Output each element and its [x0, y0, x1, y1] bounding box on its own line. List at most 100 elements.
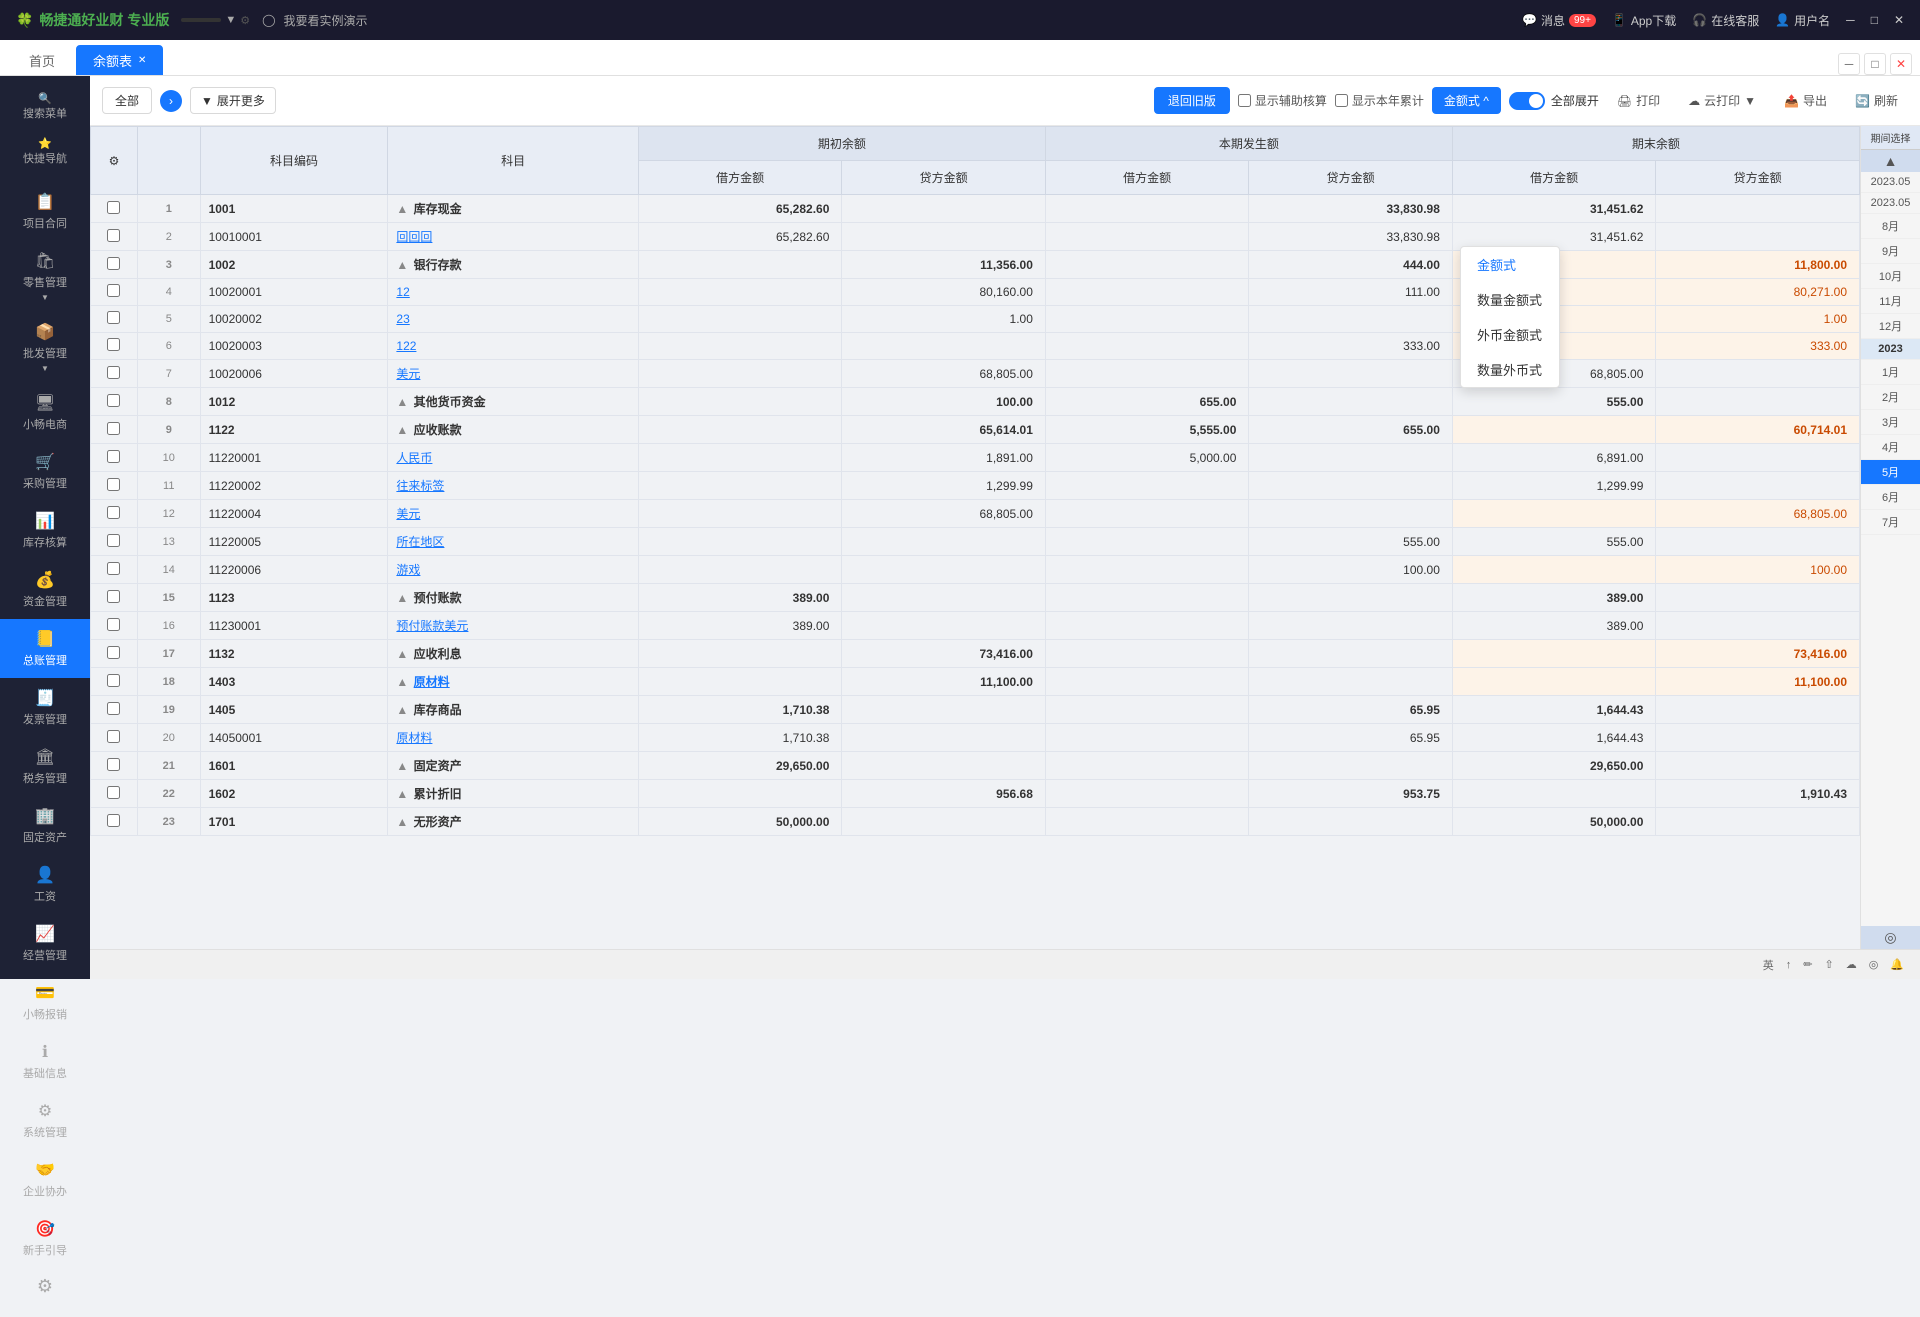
show-ytd-checkbox[interactable]	[1335, 94, 1348, 107]
row-name[interactable]: 美元	[388, 360, 638, 388]
row-check[interactable]	[91, 500, 138, 528]
row-name[interactable]: 美元	[388, 500, 638, 528]
row-check[interactable]	[91, 780, 138, 808]
mode-option-foreign-amount[interactable]: 外币金额式	[1461, 317, 1559, 352]
show-aux-label[interactable]: 显示辅助核算	[1238, 92, 1327, 109]
row-check[interactable]	[91, 808, 138, 836]
show-ytd-label[interactable]: 显示本年累计	[1335, 92, 1424, 109]
date-item-6[interactable]: 6月	[1861, 485, 1920, 510]
restore-btn[interactable]: □	[1871, 13, 1878, 27]
row-check[interactable]	[91, 388, 138, 416]
row-check[interactable]	[91, 528, 138, 556]
date-item-8[interactable]: 8月	[1861, 214, 1920, 239]
download-btn[interactable]: 📱 App下载	[1612, 12, 1676, 29]
sidebar-item-fixed[interactable]: 🏢 固定资产	[0, 796, 90, 855]
row-check[interactable]	[91, 584, 138, 612]
sidebar-item-purchase[interactable]: 🛒 采购管理	[0, 442, 90, 501]
th-settings[interactable]: ⚙	[91, 127, 138, 195]
sidebar-item-ecommerce[interactable]: 🖥 小畅电商	[0, 383, 90, 442]
date-item-11[interactable]: 11月	[1861, 289, 1920, 314]
row-check[interactable]	[91, 223, 138, 251]
date-item-2023[interactable]: 2023	[1861, 339, 1920, 360]
dropdown-arrow-icon[interactable]: ▼	[225, 14, 236, 26]
print-btn[interactable]: 🖨 打印	[1607, 87, 1670, 114]
sidebar-item-ledger[interactable]: 📒 总账管理	[0, 619, 90, 678]
status-cloud-icon[interactable]: ☁	[1846, 958, 1857, 971]
sidebar-item-retail[interactable]: 🛍 零售管理 ▼	[0, 241, 90, 312]
sidebar-quicknav[interactable]: ⭐ 快捷导航	[0, 129, 90, 174]
row-check[interactable]	[91, 612, 138, 640]
close-btn[interactable]: ✕	[1894, 13, 1904, 27]
date-item-12[interactable]: 12月	[1861, 314, 1920, 339]
date-item-period2[interactable]: 2023.05	[1861, 193, 1920, 214]
sidebar-item-sales[interactable]: 💳 小畅报销	[0, 973, 90, 1032]
mode-option-qty-amount[interactable]: 数量金额式	[1461, 282, 1559, 317]
sidebar-item-project[interactable]: 📋 项目合同	[0, 182, 90, 241]
row-name[interactable]: 12	[388, 279, 638, 306]
status-language[interactable]: 英	[1763, 957, 1774, 973]
sidebar-item-system[interactable]: ⚙ 系统管理	[0, 1091, 90, 1150]
sidebar-item-payroll[interactable]: 👤 工资	[0, 855, 90, 914]
row-check[interactable]	[91, 444, 138, 472]
status-target-icon[interactable]: ◎	[1869, 958, 1879, 971]
show-aux-checkbox[interactable]	[1238, 94, 1251, 107]
row-check[interactable]	[91, 360, 138, 388]
date-item-9[interactable]: 9月	[1861, 239, 1920, 264]
win-restore-btn[interactable]: □	[1864, 53, 1886, 75]
win-min-btn[interactable]: ─	[1838, 53, 1860, 75]
sidebar-item-capital[interactable]: 💰 资金管理	[0, 560, 90, 619]
row-check[interactable]	[91, 696, 138, 724]
status-upload-icon[interactable]: ↑	[1786, 959, 1792, 971]
row-name[interactable]: 122	[388, 333, 638, 360]
return-old-btn[interactable]: 退回旧版	[1154, 87, 1230, 114]
address-bar[interactable]	[181, 18, 221, 22]
row-check[interactable]	[91, 306, 138, 333]
mode-option-qty-foreign[interactable]: 数量外币式	[1461, 352, 1559, 387]
sidebar-item-coop[interactable]: 🤝 企业协办	[0, 1150, 90, 1209]
row-check[interactable]	[91, 416, 138, 444]
date-item-3[interactable]: 3月	[1861, 410, 1920, 435]
row-check[interactable]	[91, 472, 138, 500]
tab-home[interactable]: 首页	[12, 45, 72, 75]
filter-arrow-btn[interactable]: ›	[160, 90, 182, 112]
date-nav-up[interactable]: ▲	[1861, 150, 1920, 172]
row-check[interactable]	[91, 279, 138, 306]
minimize-btn[interactable]: ─	[1846, 13, 1855, 27]
support-btn[interactable]: 🎧 在线客服	[1692, 12, 1759, 29]
row-name[interactable]: 23	[388, 306, 638, 333]
row-check[interactable]	[91, 251, 138, 279]
date-item-10[interactable]: 10月	[1861, 264, 1920, 289]
row-check[interactable]	[91, 333, 138, 360]
sidebar-item-guide[interactable]: 🎯 新手引导	[0, 1209, 90, 1268]
sidebar-item-invoice[interactable]: 🧾 发票管理	[0, 678, 90, 737]
mode-option-amount[interactable]: 金额式	[1461, 247, 1559, 282]
row-check[interactable]	[91, 640, 138, 668]
refresh-btn[interactable]: 🔄 刷新	[1845, 87, 1908, 114]
row-check[interactable]	[91, 668, 138, 696]
date-nav-down[interactable]: ◎	[1861, 926, 1920, 949]
date-item-1[interactable]: 1月	[1861, 360, 1920, 385]
sidebar-item-inventory[interactable]: 📊 库存核算	[0, 501, 90, 560]
toggle-switch[interactable]	[1509, 92, 1545, 110]
date-item-2[interactable]: 2月	[1861, 385, 1920, 410]
sidebar-settings-icon[interactable]: ⚙	[29, 1268, 61, 1305]
table-wrap[interactable]: ⚙ 科目编码 科目 期初余额 本期发生额 期末余额 借方金额 贷方金额 借方金额	[90, 126, 1860, 949]
tab-balance[interactable]: 余额表 ✕	[76, 45, 163, 75]
expand-all-toggle[interactable]: 全部展开	[1509, 92, 1599, 110]
cloud-print-btn[interactable]: ☁ 云打印 ▼	[1678, 87, 1766, 114]
sidebar-item-wholesale[interactable]: 📦 批发管理 ▼	[0, 312, 90, 383]
row-check[interactable]	[91, 556, 138, 584]
status-bell-icon[interactable]: 🔔	[1890, 958, 1904, 971]
demo-link[interactable]: ◯ 我要看实例演示	[262, 12, 367, 29]
all-filter-btn[interactable]: 全部	[102, 87, 152, 114]
sidebar-item-tax[interactable]: 🏛 税务管理	[0, 737, 90, 796]
sidebar-item-ops[interactable]: 📈 经营管理	[0, 914, 90, 973]
sidebar-item-basic[interactable]: ℹ 基础信息	[0, 1032, 90, 1091]
expand-more-btn[interactable]: ▼ 展开更多	[190, 87, 276, 114]
row-check[interactable]	[91, 195, 138, 223]
win-close-btn[interactable]: ✕	[1890, 53, 1912, 75]
row-check[interactable]	[91, 752, 138, 780]
mode-btn[interactable]: 金额式 ^	[1432, 87, 1501, 114]
status-edit-icon[interactable]: ✏	[1803, 958, 1812, 971]
sidebar-search[interactable]: 🔍 搜索菜单	[0, 84, 90, 129]
